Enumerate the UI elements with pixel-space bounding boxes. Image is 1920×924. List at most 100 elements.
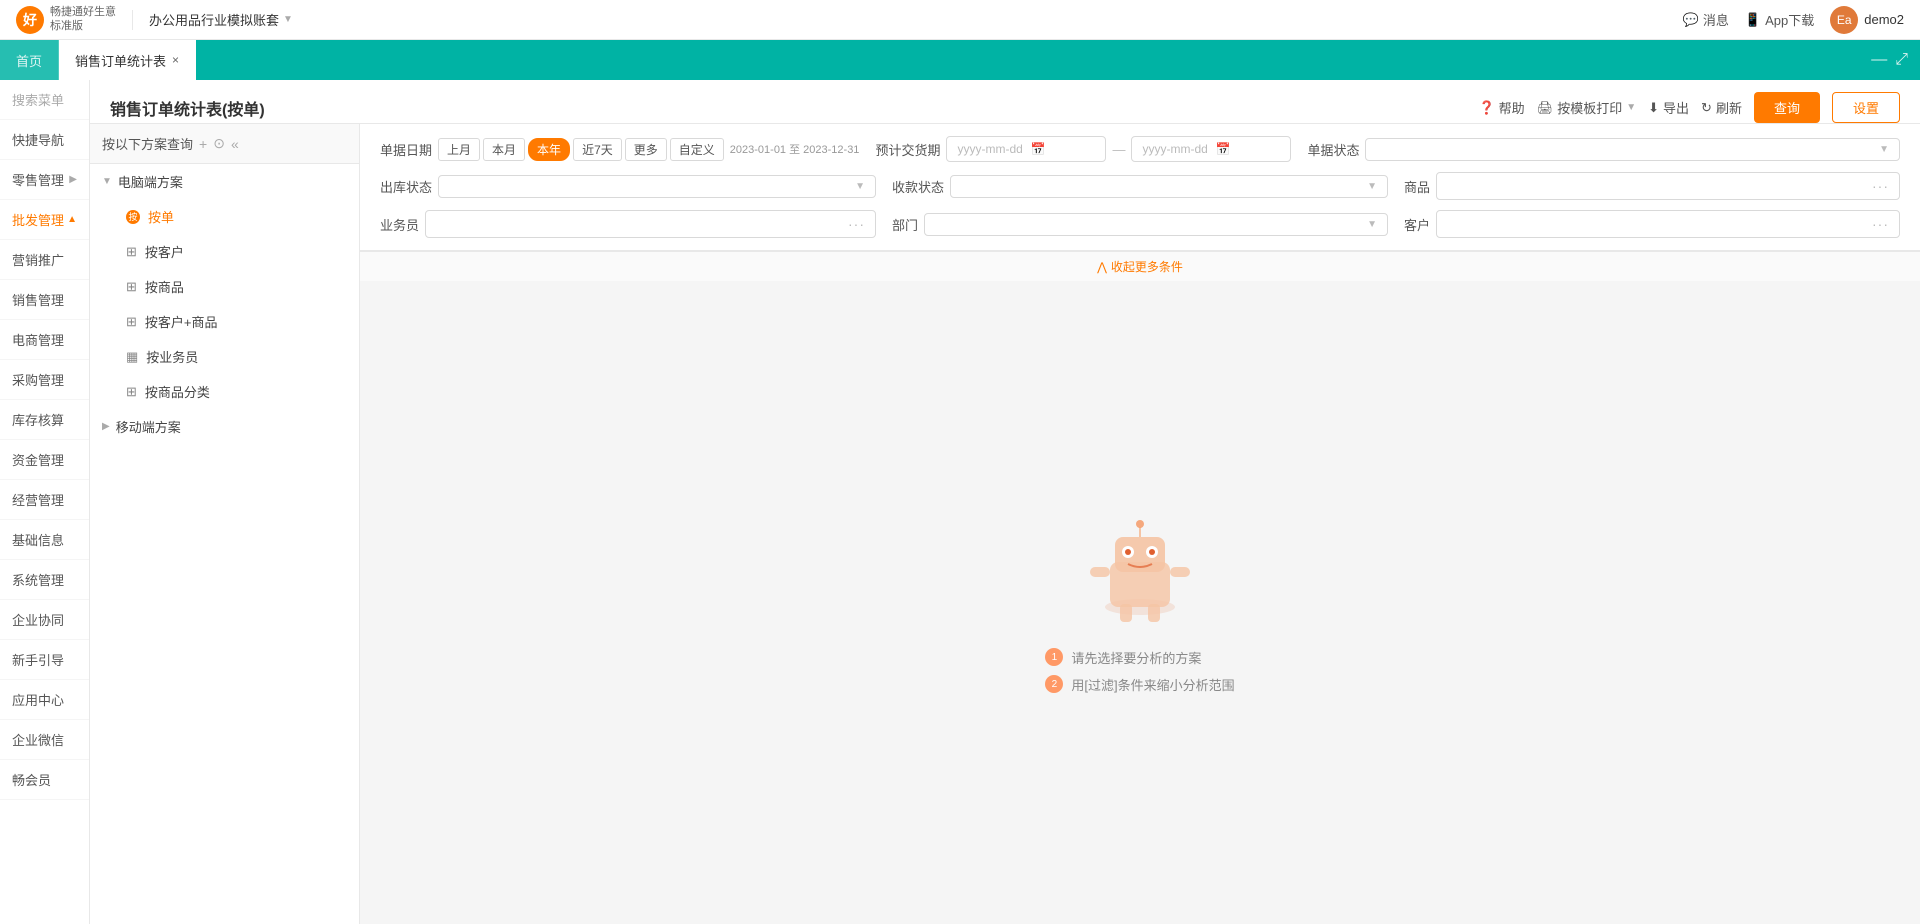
dept-select[interactable]: ▼ bbox=[924, 213, 1388, 236]
dept-caret-icon: ▼ bbox=[1367, 219, 1377, 230]
date-label: 单据日期 bbox=[380, 140, 432, 159]
salesman-dots-icon[interactable]: ··· bbox=[848, 216, 865, 232]
customer-input[interactable]: ··· bbox=[1436, 210, 1900, 238]
hint-item-2: 2 用[过滤]条件来缩小分析范围 bbox=[1045, 675, 1234, 694]
sidebar-item-basic[interactable]: 基础信息 bbox=[0, 520, 89, 560]
logo-area: 好 畅捷通好生意 标准版 bbox=[16, 6, 116, 34]
date-btn-this-month[interactable]: 本月 bbox=[483, 138, 525, 161]
chevron-down-icon: ▼ bbox=[283, 14, 293, 25]
top-bar: 好 畅捷通好生意 标准版 办公用品行业模拟账套 ▼ 💬 消息 📱 App下载 E… bbox=[0, 0, 1920, 40]
sidebar-item-newuser[interactable]: 新手引导 bbox=[0, 640, 89, 680]
receipt-status-caret-icon: ▼ bbox=[1367, 181, 1377, 192]
tree-node-pc[interactable]: ▼ 电脑端方案 bbox=[90, 164, 359, 199]
tree-expand-icon: ▼ bbox=[102, 176, 112, 187]
date-btn-this-year[interactable]: 本年 bbox=[528, 138, 570, 161]
date-btn-7days[interactable]: 近7天 bbox=[573, 138, 622, 161]
sidebar-item-appstore[interactable]: 应用中心 bbox=[0, 680, 89, 720]
sidebar-item-enterprise[interactable]: 企业协同 bbox=[0, 600, 89, 640]
grid-icon-category: ⊞ bbox=[126, 384, 137, 400]
chevron-up-icon: ▲ bbox=[67, 214, 77, 225]
add-scheme-button[interactable]: + bbox=[199, 136, 207, 152]
sidebar-item-inventory[interactable]: 库存核算 bbox=[0, 400, 89, 440]
tab-home[interactable]: 首页 bbox=[0, 40, 59, 80]
hint-num-1: 1 bbox=[1045, 648, 1063, 666]
sidebar-item-ecommerce[interactable]: 电商管理 bbox=[0, 320, 89, 360]
sidebar-item-wholesale[interactable]: 批发管理 ▲ bbox=[0, 200, 89, 240]
message-button[interactable]: 💬 消息 bbox=[1683, 10, 1729, 29]
order-status-caret-icon: ▼ bbox=[1879, 144, 1889, 155]
hint-item-1: 1 请先选择要分析的方案 bbox=[1045, 648, 1234, 667]
sidebar-item-marketing[interactable]: 营销推广 bbox=[0, 240, 89, 280]
tree-item-by-customer[interactable]: ⊞ 按客户 bbox=[110, 234, 359, 269]
app-download-button[interactable]: 📱 App下载 bbox=[1745, 10, 1814, 29]
salesman-filter: 业务员 ··· bbox=[380, 210, 876, 238]
sidebar-item-retail[interactable]: 零售管理 ▶ bbox=[0, 160, 89, 200]
tab-minimize-icon[interactable]: — bbox=[1871, 51, 1887, 69]
ship-status-select[interactable]: ▼ bbox=[438, 175, 876, 198]
tree-item-by-order[interactable]: 按 按单 bbox=[110, 199, 359, 234]
receipt-status-filter: 收款状态 ▼ bbox=[892, 175, 1388, 198]
print-dropdown-icon: ▼ bbox=[1626, 102, 1636, 113]
edit-scheme-button[interactable]: ⊙ bbox=[213, 135, 225, 152]
receipt-status-label: 收款状态 bbox=[892, 177, 944, 196]
order-status-select[interactable]: ▼ bbox=[1365, 138, 1900, 161]
refresh-button[interactable]: ↻ 刷新 bbox=[1701, 98, 1742, 117]
user-profile[interactable]: Ea demo2 bbox=[1830, 6, 1904, 34]
sidebar-search[interactable]: 搜索菜单 bbox=[0, 80, 89, 120]
tree-item-by-category[interactable]: ⊞ 按商品分类 bbox=[110, 374, 359, 409]
expected-date-label: 预计交货期 bbox=[875, 140, 940, 159]
receipt-status-select[interactable]: ▼ bbox=[950, 175, 1388, 198]
tree-item-by-salesman[interactable]: ▦ 按业务员 bbox=[110, 339, 359, 374]
body-area: 按以下方案查询 + ⊙ « ▼ 电脑端方案 按 按单 bbox=[90, 124, 1920, 924]
tab-maximize-icon[interactable]: ⤢ bbox=[1895, 51, 1908, 69]
tab-sales-order[interactable]: 销售订单统计表 × bbox=[59, 40, 196, 80]
customer-dots-icon[interactable]: ··· bbox=[1872, 216, 1889, 232]
date-separator: — bbox=[1112, 142, 1125, 157]
tree-node-mobile[interactable]: ▶ 移动端方案 bbox=[90, 409, 359, 444]
sidebar: 搜索菜单 快捷导航 零售管理 ▶ 批发管理 ▲ 营销推广 销售管理 电商管理 采… bbox=[0, 80, 90, 924]
sidebar-item-wechat[interactable]: 企业微信 bbox=[0, 720, 89, 760]
sidebar-item-purchase[interactable]: 采购管理 bbox=[0, 360, 89, 400]
empty-state: 1 请先选择要分析的方案 2 用[过滤]条件来缩小分析范围 bbox=[360, 281, 1920, 924]
sidebar-quicknav[interactable]: 快捷导航 bbox=[0, 120, 89, 160]
help-icon: ❓ bbox=[1478, 100, 1494, 116]
sidebar-item-system[interactable]: 系统管理 bbox=[0, 560, 89, 600]
print-button[interactable]: 🖨 按模板打印 ▼ bbox=[1537, 98, 1636, 117]
logo-icon: 好 bbox=[16, 6, 44, 34]
date-btn-last-month[interactable]: 上月 bbox=[438, 138, 480, 161]
top-bar-right: 💬 消息 📱 App下载 Ea demo2 bbox=[1683, 6, 1904, 34]
tree-item-by-customer-goods[interactable]: ⊞ 按客户+商品 bbox=[110, 304, 359, 339]
salesman-input[interactable]: ··· bbox=[425, 210, 876, 238]
tree-item-by-goods[interactable]: ⊞ 按商品 bbox=[110, 269, 359, 304]
order-status-filter: 单据状态 ▼ bbox=[1307, 138, 1900, 161]
ship-status-label: 出库状态 bbox=[380, 177, 432, 196]
expected-date-end-input[interactable]: yyyy-mm-dd 📅 bbox=[1131, 136, 1291, 162]
sidebar-item-sales[interactable]: 销售管理 bbox=[0, 280, 89, 320]
expected-date-start-input[interactable]: yyyy-mm-dd 📅 bbox=[946, 136, 1106, 162]
expected-date-filter: 预计交货期 yyyy-mm-dd 📅 — yyyy-mm-dd 📅 bbox=[875, 136, 1291, 162]
export-button[interactable]: ⬇ 导出 bbox=[1648, 98, 1689, 117]
query-button[interactable]: 查询 bbox=[1754, 92, 1820, 123]
page-actions: ❓ 帮助 🖨 按模板打印 ▼ ⬇ 导出 ↻ 刷新 查询 设置 bbox=[1478, 92, 1900, 123]
settings-button[interactable]: 设置 bbox=[1832, 92, 1900, 123]
collapse-bar[interactable]: ⋀ 收起更多条件 bbox=[360, 251, 1920, 281]
tab-close-icon[interactable]: × bbox=[172, 53, 179, 67]
sidebar-item-operations[interactable]: 经营管理 bbox=[0, 480, 89, 520]
panel-header: 按以下方案查询 + ⊙ « bbox=[90, 124, 359, 164]
help-button[interactable]: ❓ 帮助 bbox=[1478, 98, 1524, 117]
scheme-tree: ▼ 电脑端方案 按 按单 ⊞ 按客户 ⊞ bbox=[90, 164, 359, 444]
date-btn-custom[interactable]: 自定义 bbox=[670, 138, 724, 161]
sidebar-item-finance[interactable]: 资金管理 bbox=[0, 440, 89, 480]
goods-input[interactable]: ··· bbox=[1436, 172, 1900, 200]
sidebar-item-member[interactable]: 畅会员 bbox=[0, 760, 89, 800]
content-area: 销售订单统计表(按单) ❓ 帮助 🖨 按模板打印 ▼ ⬇ 导出 ↻ 刷新 bbox=[90, 80, 1920, 924]
chevron-right-icon: ▶ bbox=[69, 174, 77, 185]
page-header: 销售订单统计表(按单) ❓ 帮助 🖨 按模板打印 ▼ ⬇ 导出 ↻ 刷新 bbox=[90, 80, 1920, 124]
collapse-panel-button[interactable]: « bbox=[231, 136, 239, 152]
date-filter: 单据日期 上月 本月 本年 近7天 更多 自定义 2023-01-01 至 20… bbox=[380, 138, 859, 161]
date-btn-more[interactable]: 更多 bbox=[625, 138, 667, 161]
goods-dots-icon[interactable]: ··· bbox=[1872, 178, 1889, 194]
active-dot-icon: 按 bbox=[126, 210, 140, 224]
customer-filter: 客户 ··· bbox=[1404, 210, 1900, 238]
app-title[interactable]: 办公用品行业模拟账套 ▼ bbox=[149, 10, 293, 29]
